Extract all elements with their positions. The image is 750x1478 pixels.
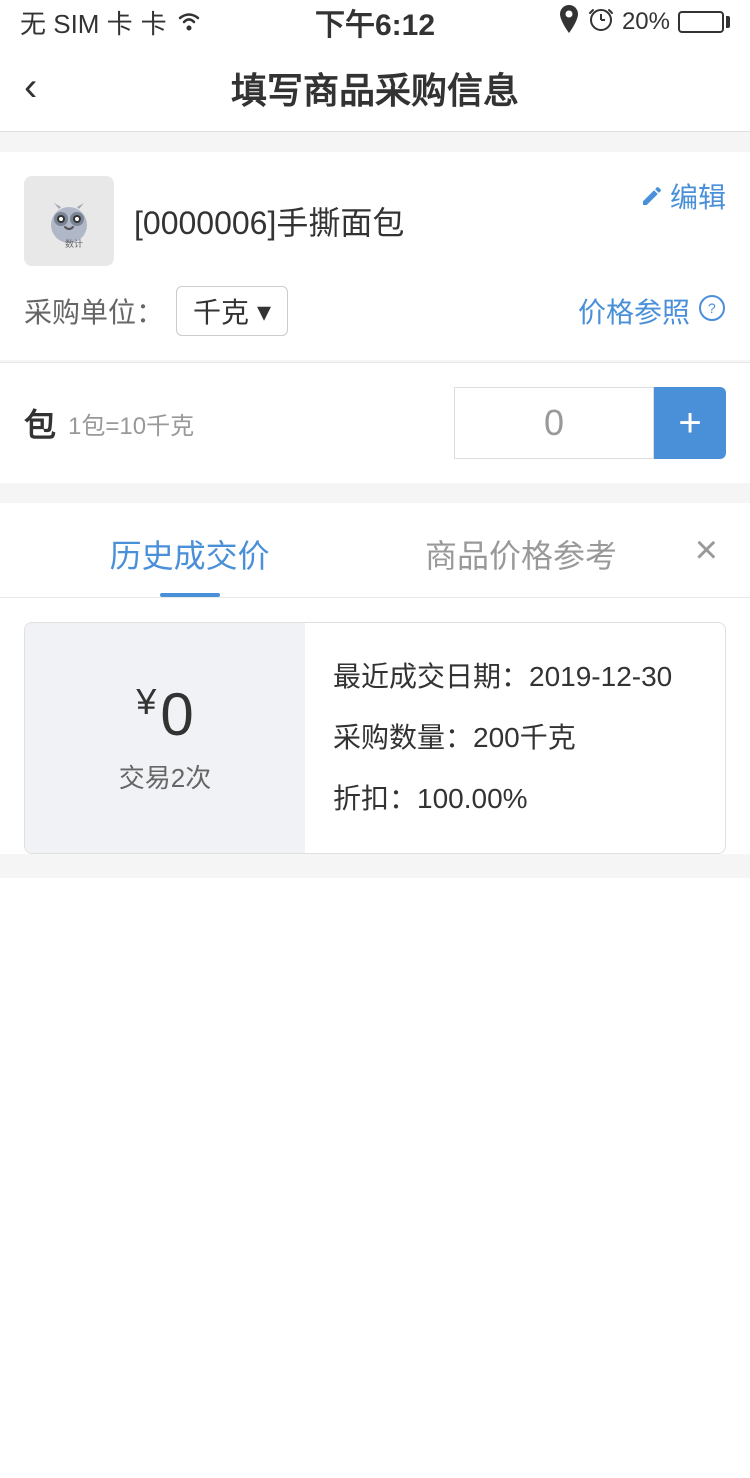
unit-label: 采购单位： [24,291,164,331]
recent-date-row: 最近成交日期：2019-12-30 [333,655,697,700]
quantity-section: 包 1包=10千克 0 + [0,362,750,483]
unit-selector[interactable]: 千克 ▾ [176,286,288,336]
discount-label: 折扣： [333,783,417,814]
status-bar: 无 SIM 卡 卡 下午6:12 20% [0,0,750,44]
back-button[interactable]: ‹ [24,65,53,110]
help-icon: ? [698,294,726,329]
product-left: 数计 [0000006]手撕面包 [24,176,404,266]
price-card-left: ¥0 交易2次 [25,623,305,853]
quantity-control: 0 + [454,387,726,459]
alarm-icon [588,6,614,39]
purchase-qty-label: 采购数量： [333,722,473,753]
quantity-input[interactable]: 0 [454,387,654,459]
price-card: ¥0 交易2次 最近成交日期：2019-12-30 采购数量：200千克 折扣：… [24,622,726,854]
edit-icon [640,184,664,208]
product-thumbnail: 数计 [24,176,114,266]
page-title: 填写商品采购信息 [231,62,519,114]
carrier-text: 无 SIM 卡 [20,4,133,41]
edit-button[interactable]: 编辑 [640,176,726,216]
edit-label: 编辑 [670,176,726,216]
purchase-qty-value: 200千克 [473,722,576,753]
location-icon [558,5,580,40]
unit-value: 千克 [193,291,249,331]
nav-bar: ‹ 填写商品采购信息 [0,44,750,132]
tabs-section: 历史成交价 商品价格参考 × ¥0 交易2次 最近成交日期：2019-12-30… [0,503,750,854]
wifi-icon [175,7,203,38]
price-amount: ¥0 [136,682,193,748]
bottom-space [0,878,750,1478]
tabs-header: 历史成交价 商品价格参考 × [0,503,750,598]
price-card-right: 最近成交日期：2019-12-30 采购数量：200千克 折扣：100.00% [305,623,725,853]
recent-date-value: 2019-12-30 [529,661,672,692]
price-ref-label: 价格参照 [578,291,690,331]
status-time: 下午6:12 [315,0,435,44]
purchase-qty-row: 采购数量：200千克 [333,716,697,761]
transaction-count: 交易2次 [119,758,211,795]
battery-icon [678,11,730,33]
svg-text:?: ? [708,300,716,316]
quantity-value: 0 [544,402,564,444]
battery-percent: 20% [622,8,670,36]
quantity-plus-button[interactable]: + [654,387,726,459]
unit-row: 采购单位： 千克 ▾ [24,286,288,336]
recent-date-label: 最近成交日期： [333,661,529,692]
product-card: 数计 [0000006]手撕面包 编辑 采购单位： 千克 ▾ 价格参照 ? [0,152,750,360]
product-meta: 采购单位： 千克 ▾ 价格参照 ? [24,286,726,336]
dropdown-arrow-icon: ▾ [257,295,271,328]
status-right: 20% [558,5,730,40]
product-name: [0000006]手撕面包 [134,198,404,244]
discount-value: 100.00% [417,783,528,814]
price-value: 0 [160,681,193,748]
price-ref-button[interactable]: 价格参照 ? [578,291,726,331]
svg-text:数计: 数计 [65,238,83,249]
tab-history-label: 历史成交价 [110,538,270,574]
product-header: 数计 [0000006]手撕面包 编辑 [24,176,726,266]
tab-price-ref-label: 商品价格参考 [425,538,617,574]
tab-active-indicator [160,593,220,597]
currency-symbol: ¥ [136,681,156,722]
discount-row: 折扣：100.00% [333,777,697,822]
tab-history-price[interactable]: 历史成交价 [24,503,355,597]
quantity-unit-badge: 包 [24,400,56,446]
quantity-label: 包 1包=10千克 [24,400,194,446]
tab-product-price-ref[interactable]: 商品价格参考 [355,503,686,597]
status-left: 无 SIM 卡 卡 [20,4,203,41]
tabs-close-button[interactable]: × [687,528,726,573]
quantity-sub-note: 1包=10千克 [68,406,194,441]
sim-icon: 卡 [141,4,167,41]
